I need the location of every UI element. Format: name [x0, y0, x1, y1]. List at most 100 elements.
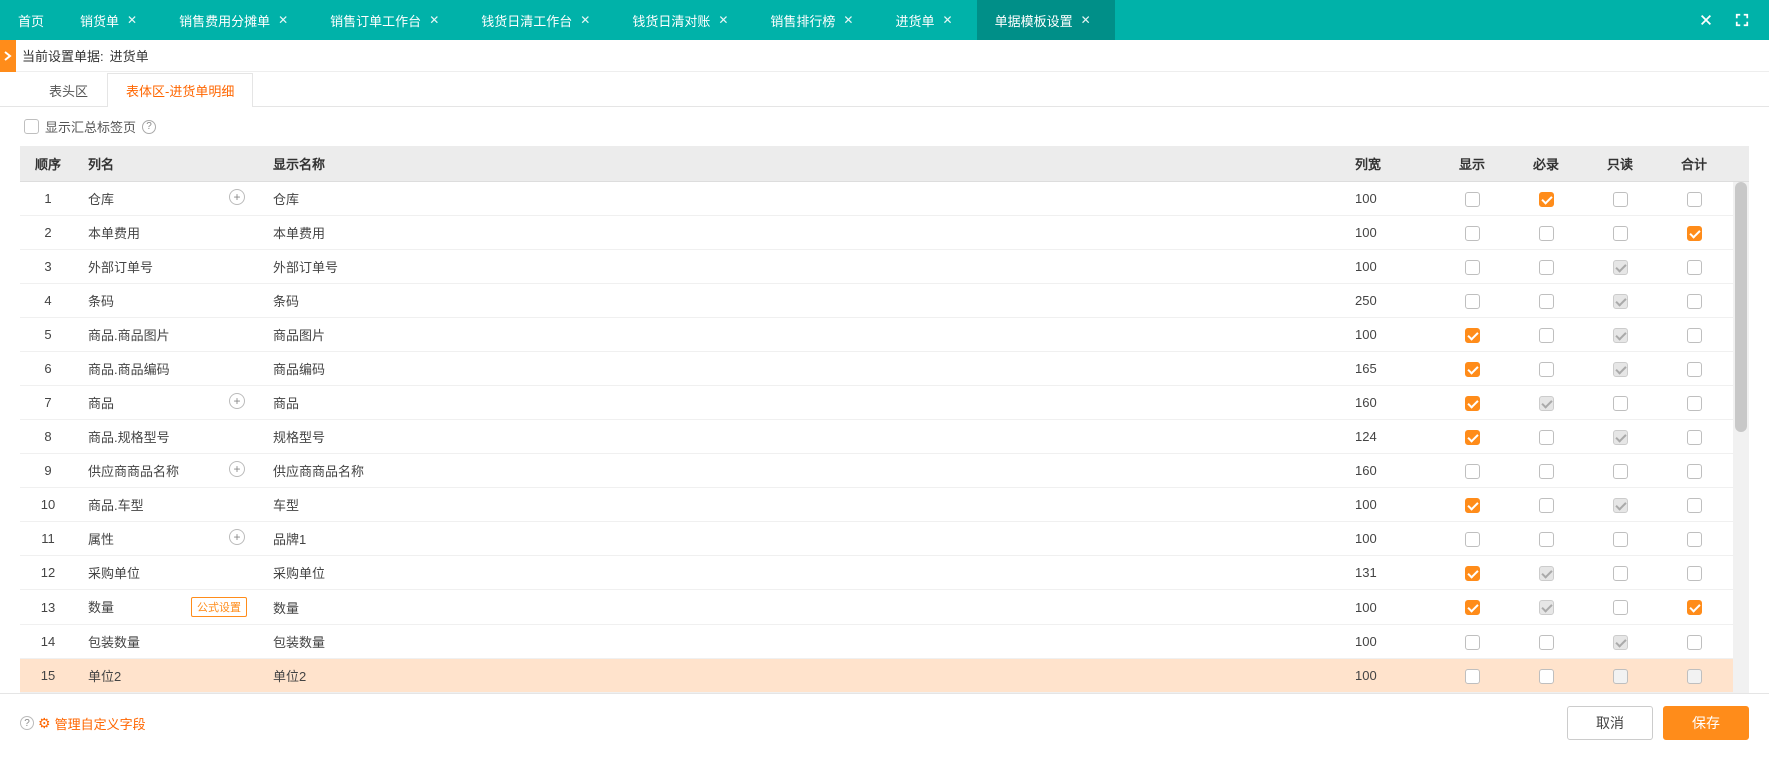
- cell-dispname[interactable]: 外部订单号: [261, 250, 1343, 284]
- cell-dispname[interactable]: 品牌1: [261, 522, 1343, 556]
- total-checkbox[interactable]: [1687, 600, 1702, 615]
- manage-custom-fields-link[interactable]: 管理自定义字段: [55, 714, 146, 733]
- table-row[interactable]: 6商品.商品编码商品编码165: [20, 352, 1749, 386]
- table-row[interactable]: 3外部订单号外部订单号100: [20, 250, 1749, 284]
- readonly-checkbox[interactable]: [1613, 464, 1628, 479]
- close-all-tabs-icon[interactable]: [1693, 7, 1719, 33]
- cell-dispname[interactable]: 数量: [261, 590, 1343, 625]
- show-checkbox[interactable]: [1465, 192, 1480, 207]
- tab-item[interactable]: 销售费用分摊单✕: [161, 0, 312, 40]
- save-button[interactable]: 保存: [1663, 706, 1749, 740]
- table-row[interactable]: 8商品.规格型号规格型号124: [20, 420, 1749, 454]
- tab-item[interactable]: 钱货日清工作台✕: [463, 0, 614, 40]
- total-checkbox[interactable]: [1687, 532, 1702, 547]
- cell-width[interactable]: 131: [1343, 556, 1435, 590]
- chevron-right-icon[interactable]: [0, 40, 16, 72]
- close-icon[interactable]: ✕: [429, 13, 439, 27]
- cancel-button[interactable]: 取消: [1567, 706, 1653, 740]
- show-summary-checkbox[interactable]: [24, 119, 39, 134]
- cell-width[interactable]: 165: [1343, 352, 1435, 386]
- show-checkbox[interactable]: [1465, 294, 1480, 309]
- scrollbar-thumb[interactable]: [1735, 182, 1747, 432]
- show-checkbox[interactable]: [1465, 600, 1480, 615]
- show-checkbox[interactable]: [1465, 260, 1480, 275]
- cell-width[interactable]: 160: [1343, 454, 1435, 488]
- cell-width[interactable]: 100: [1343, 659, 1435, 693]
- tab-home[interactable]: 首页: [0, 0, 62, 40]
- readonly-checkbox[interactable]: [1613, 566, 1628, 581]
- subtab[interactable]: 表体区-进货单明细: [107, 73, 253, 107]
- show-checkbox[interactable]: [1465, 635, 1480, 650]
- cell-width[interactable]: 100: [1343, 216, 1435, 250]
- total-checkbox[interactable]: [1687, 464, 1702, 479]
- table-row[interactable]: 7商品+商品160: [20, 386, 1749, 420]
- close-icon[interactable]: ✕: [580, 13, 590, 27]
- total-checkbox[interactable]: [1687, 635, 1702, 650]
- tab-item[interactable]: 单据模板设置✕: [977, 0, 1115, 40]
- required-checkbox[interactable]: [1539, 226, 1554, 241]
- required-checkbox[interactable]: [1539, 328, 1554, 343]
- close-icon[interactable]: ✕: [127, 13, 137, 27]
- required-checkbox[interactable]: [1539, 192, 1554, 207]
- required-checkbox[interactable]: [1539, 362, 1554, 377]
- table-row[interactable]: 15单位2单位2100: [20, 659, 1749, 693]
- cell-width[interactable]: 160: [1343, 386, 1435, 420]
- help-icon[interactable]: ?: [142, 120, 156, 134]
- table-row[interactable]: 11属性+品牌1100: [20, 522, 1749, 556]
- plus-icon[interactable]: +: [229, 461, 245, 477]
- required-checkbox[interactable]: [1539, 260, 1554, 275]
- readonly-checkbox[interactable]: [1613, 226, 1628, 241]
- table-row[interactable]: 4条码条码250: [20, 284, 1749, 318]
- readonly-checkbox[interactable]: [1613, 532, 1628, 547]
- table-row[interactable]: 9供应商商品名称+供应商商品名称160: [20, 454, 1749, 488]
- footer-help-icon[interactable]: ?: [20, 716, 34, 730]
- table-row[interactable]: 5商品.商品图片商品图片100: [20, 318, 1749, 352]
- required-checkbox[interactable]: [1539, 294, 1554, 309]
- scrollbar-track[interactable]: [1733, 182, 1749, 693]
- cell-width[interactable]: 124: [1343, 420, 1435, 454]
- table-row[interactable]: 12采购单位采购单位131: [20, 556, 1749, 590]
- readonly-checkbox[interactable]: [1613, 396, 1628, 411]
- show-checkbox[interactable]: [1465, 464, 1480, 479]
- required-checkbox[interactable]: [1539, 669, 1554, 684]
- required-checkbox[interactable]: [1539, 635, 1554, 650]
- required-checkbox[interactable]: [1539, 464, 1554, 479]
- gear-icon[interactable]: ⚙: [38, 715, 51, 732]
- cell-dispname[interactable]: 包装数量: [261, 625, 1343, 659]
- cell-width[interactable]: 100: [1343, 625, 1435, 659]
- cell-width[interactable]: 100: [1343, 488, 1435, 522]
- close-icon[interactable]: ✕: [843, 13, 853, 27]
- show-checkbox[interactable]: [1465, 566, 1480, 581]
- cell-dispname[interactable]: 商品图片: [261, 318, 1343, 352]
- readonly-checkbox[interactable]: [1613, 600, 1628, 615]
- cell-dispname[interactable]: 条码: [261, 284, 1343, 318]
- readonly-checkbox[interactable]: [1613, 192, 1628, 207]
- show-checkbox[interactable]: [1465, 669, 1480, 684]
- show-checkbox[interactable]: [1465, 362, 1480, 377]
- total-checkbox[interactable]: [1687, 396, 1702, 411]
- cell-dispname[interactable]: 商品: [261, 386, 1343, 420]
- cell-dispname[interactable]: 商品编码: [261, 352, 1343, 386]
- total-checkbox[interactable]: [1687, 260, 1702, 275]
- show-checkbox[interactable]: [1465, 532, 1480, 547]
- cell-width[interactable]: 100: [1343, 522, 1435, 556]
- plus-icon[interactable]: +: [229, 189, 245, 205]
- show-checkbox[interactable]: [1465, 226, 1480, 241]
- total-checkbox[interactable]: [1687, 566, 1702, 581]
- tab-item[interactable]: 销货单✕: [62, 0, 161, 40]
- total-checkbox[interactable]: [1687, 226, 1702, 241]
- show-checkbox[interactable]: [1465, 430, 1480, 445]
- plus-icon[interactable]: +: [229, 529, 245, 545]
- tab-item[interactable]: 销售订单工作台✕: [312, 0, 463, 40]
- required-checkbox[interactable]: [1539, 430, 1554, 445]
- plus-icon[interactable]: +: [229, 393, 245, 409]
- subtab[interactable]: 表头区: [30, 73, 107, 107]
- table-row[interactable]: 2本单费用本单费用100: [20, 216, 1749, 250]
- cell-width[interactable]: 100: [1343, 182, 1435, 216]
- total-checkbox[interactable]: [1687, 328, 1702, 343]
- show-checkbox[interactable]: [1465, 498, 1480, 513]
- tab-item[interactable]: 钱货日清对账✕: [614, 0, 752, 40]
- required-checkbox[interactable]: [1539, 532, 1554, 547]
- table-row[interactable]: 1仓库+仓库100: [20, 182, 1749, 216]
- total-checkbox[interactable]: [1687, 362, 1702, 377]
